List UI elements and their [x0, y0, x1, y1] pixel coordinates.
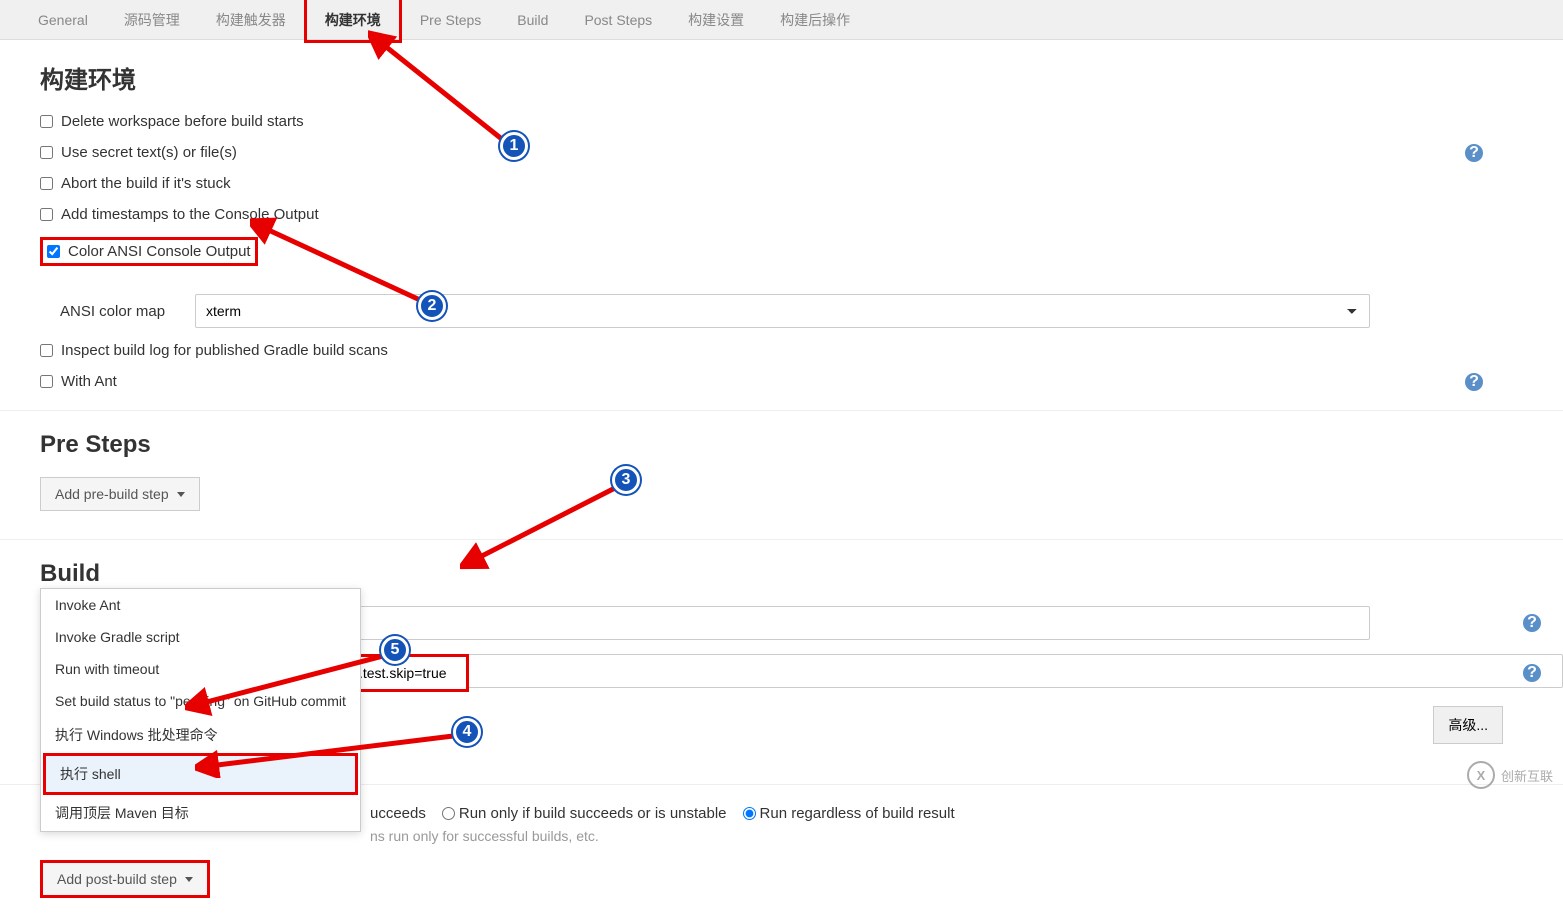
menu-run-timeout[interactable]: Run with timeout: [41, 653, 360, 685]
add-pre-build-step-label: Add pre-build step: [55, 486, 169, 502]
checkbox-color-ansi[interactable]: [47, 245, 60, 258]
section-title-build-env: 构建环境: [40, 60, 1523, 95]
menu-maven-toplevel[interactable]: 调用顶层 Maven 目标: [41, 795, 360, 831]
help-icon[interactable]: ?: [1523, 614, 1541, 632]
input-root-pom[interactable]: [195, 606, 1370, 640]
tab-build-settings[interactable]: 构建设置: [670, 0, 762, 40]
option-inspect-gradle: Inspect build log for published Gradle b…: [40, 342, 1523, 359]
label-with-ant: With Ant: [61, 373, 117, 390]
radio-unstable[interactable]: Run only if build succeeds or is unstabl…: [442, 805, 727, 822]
watermark-text: 创新互联: [1501, 766, 1553, 785]
option-color-ansi: Color ANSI Console Output: [40, 237, 258, 266]
help-icon[interactable]: ?: [1523, 664, 1541, 682]
label-delete-workspace: Delete workspace before build starts: [61, 113, 304, 130]
help-icon[interactable]: ?: [1465, 373, 1483, 391]
checkbox-abort-stuck[interactable]: [40, 177, 53, 190]
section-title-build: Build: [40, 560, 1523, 588]
checkbox-secret-texts[interactable]: [40, 146, 53, 159]
tab-post-steps[interactable]: Post Steps: [566, 2, 670, 38]
post-steps-run-condition: ucceeds Run only if build succeeds or is…: [370, 805, 1523, 822]
menu-invoke-gradle[interactable]: Invoke Gradle script: [41, 621, 360, 653]
help-icon[interactable]: ?: [1465, 144, 1483, 162]
checkbox-with-ant[interactable]: [40, 375, 53, 388]
watermark-icon: X: [1467, 761, 1495, 789]
tab-general[interactable]: General: [20, 2, 106, 38]
field-ansi-color-map: ANSI color map xterm: [40, 294, 1523, 328]
add-pre-build-step-button[interactable]: Add pre-build step: [40, 477, 200, 511]
option-abort-stuck: Abort the build if it's stuck: [40, 175, 1523, 192]
option-secret-texts: Use secret text(s) or file(s) ?: [40, 144, 1523, 161]
label-secret-texts: Use secret text(s) or file(s): [61, 144, 237, 161]
caret-down-icon: [177, 492, 185, 497]
option-add-timestamps: Add timestamps to the Console Output: [40, 206, 1523, 223]
checkbox-add-timestamps[interactable]: [40, 208, 53, 221]
label-inspect-gradle: Inspect build log for published Gradle b…: [61, 342, 388, 359]
caret-down-icon: [185, 877, 193, 882]
config-tabs: General 源码管理 构建触发器 构建环境 Pre Steps Build …: [0, 0, 1563, 40]
build-step-dropdown-menu: Invoke Ant Invoke Gradle script Run with…: [40, 588, 361, 832]
label-add-timestamps: Add timestamps to the Console Output: [61, 206, 319, 223]
menu-execute-shell[interactable]: 执行 shell: [43, 753, 358, 795]
annotation-badge-3: 3: [612, 466, 640, 494]
tab-post-build-actions[interactable]: 构建后操作: [762, 0, 868, 40]
radio-regardless[interactable]: Run regardless of build result: [743, 805, 955, 822]
post-steps-hint: ns run only for successful builds, etc.: [370, 828, 1523, 844]
checkbox-delete-workspace[interactable]: [40, 115, 53, 128]
annotation-badge-2: 2: [418, 292, 446, 320]
radio-succeeds[interactable]: ucceeds: [370, 805, 426, 822]
annotation-badge-5: 5: [381, 636, 409, 664]
section-title-pre-steps: Pre Steps: [40, 431, 1523, 459]
tab-triggers[interactable]: 构建触发器: [198, 0, 304, 40]
label-ansi-color-map: ANSI color map: [40, 303, 195, 320]
add-post-build-step-button[interactable]: Add post-build step: [40, 860, 210, 898]
menu-windows-batch[interactable]: 执行 Windows 批处理命令: [41, 717, 360, 753]
menu-invoke-ant[interactable]: Invoke Ant: [41, 589, 360, 621]
menu-github-pending[interactable]: Set build status to "pending" on GitHub …: [41, 685, 360, 717]
label-color-ansi: Color ANSI Console Output: [68, 243, 251, 260]
checkbox-inspect-gradle[interactable]: [40, 344, 53, 357]
watermark: X 创新互联: [1467, 761, 1553, 789]
annotation-badge-1: 1: [500, 132, 528, 160]
option-delete-workspace: Delete workspace before build starts: [40, 113, 1523, 130]
tab-pre-steps[interactable]: Pre Steps: [402, 2, 499, 38]
advanced-button[interactable]: 高级...: [1433, 706, 1503, 744]
select-ansi-color-map[interactable]: xterm: [195, 294, 1370, 328]
add-post-build-step-label: Add post-build step: [57, 871, 177, 887]
option-with-ant: With Ant ?: [40, 373, 1523, 390]
tab-scm[interactable]: 源码管理: [106, 0, 198, 40]
tab-build-env[interactable]: 构建环境: [304, 0, 402, 43]
tab-build[interactable]: Build: [499, 2, 566, 38]
label-abort-stuck: Abort the build if it's stuck: [61, 175, 231, 192]
annotation-badge-4: 4: [453, 718, 481, 746]
